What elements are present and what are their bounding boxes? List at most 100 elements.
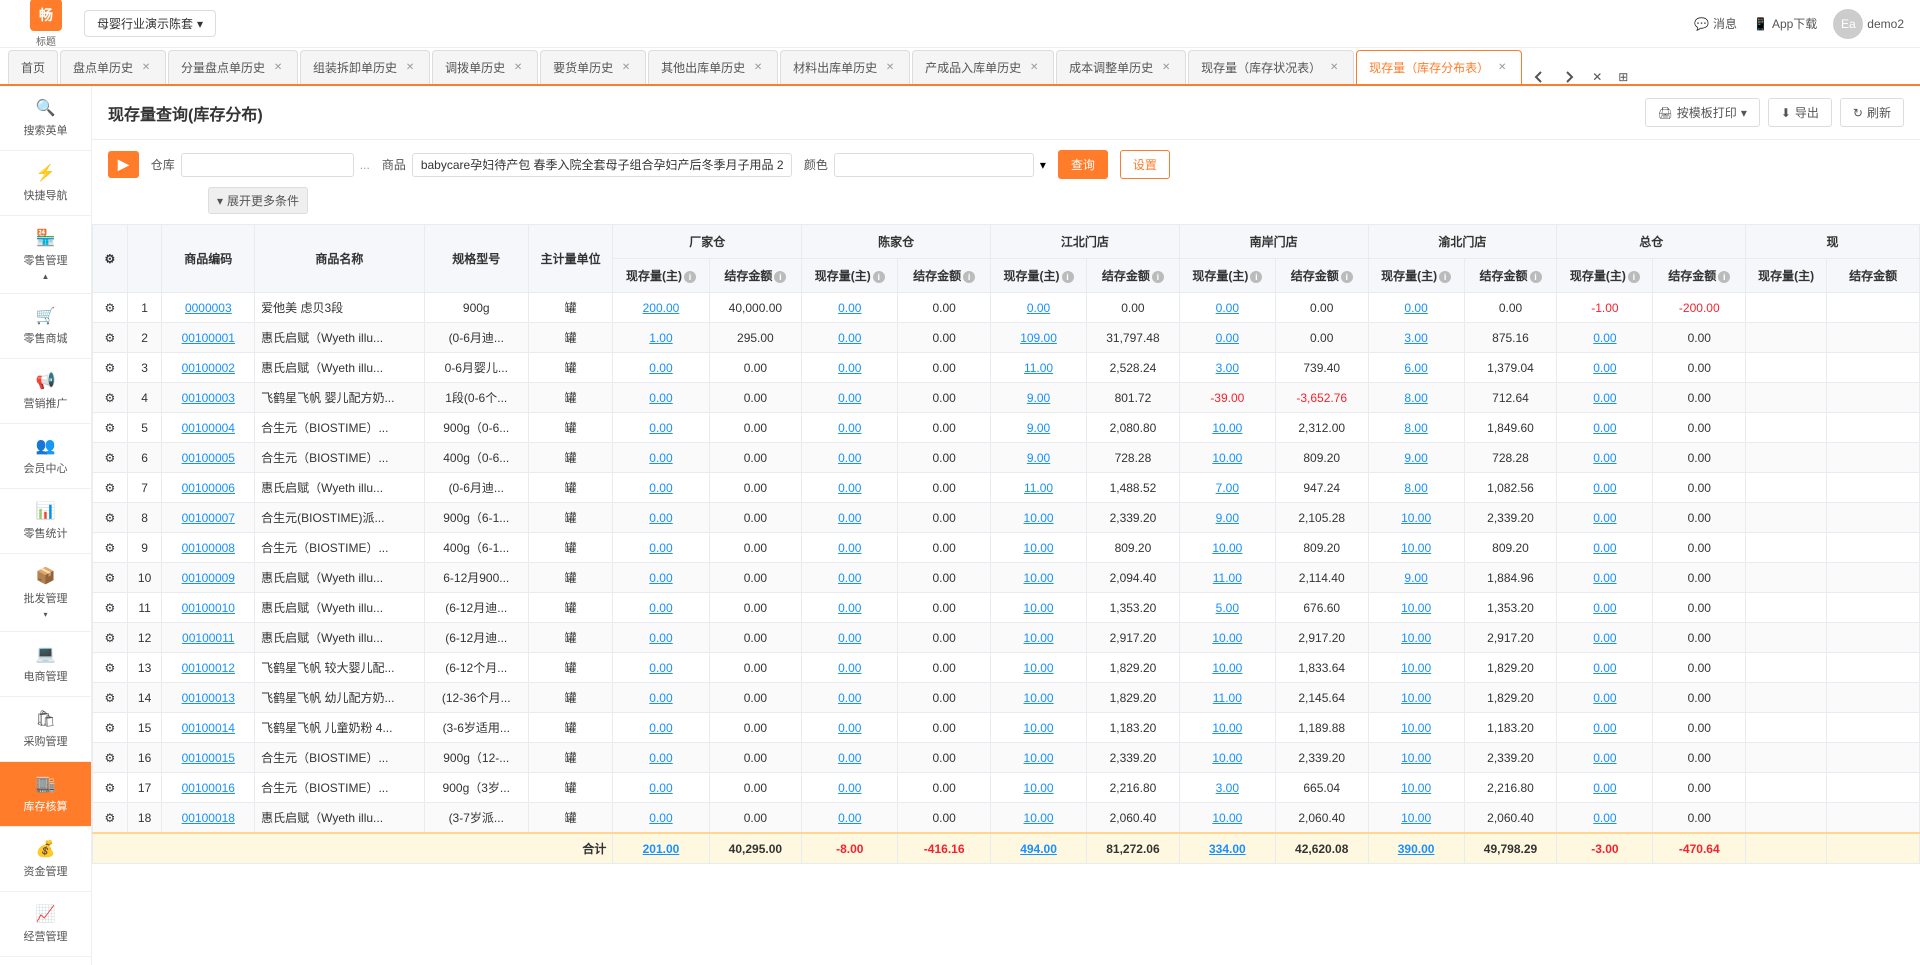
row-chengjia-qty[interactable]: 0.00: [802, 503, 898, 533]
row-gear[interactable]: ⚙: [93, 473, 128, 503]
th-settings[interactable]: ⚙: [93, 225, 128, 293]
row-total-qty[interactable]: 0.00: [1557, 563, 1653, 593]
row-factory-qty[interactable]: 0.00: [613, 563, 709, 593]
sidebar-item-operations[interactable]: 📈 经营管理: [0, 892, 91, 957]
refresh-btn[interactable]: ↻ 刷新: [1840, 98, 1904, 127]
tab-other-outbound[interactable]: 其他出库单历史 ✕: [648, 50, 778, 84]
info-icon[interactable]: i: [1628, 271, 1640, 283]
row-jiangbei-qty[interactable]: 10.00: [990, 773, 1086, 803]
row-factory-qty[interactable]: 0.00: [613, 683, 709, 713]
warehouse-input[interactable]: [181, 153, 354, 177]
row-nanan-qty[interactable]: 10.00: [1179, 713, 1275, 743]
row-gear[interactable]: ⚙: [93, 353, 128, 383]
tab-material-outbound[interactable]: 材料出库单历史 ✕: [780, 50, 910, 84]
row-jiangbei-qty[interactable]: 109.00: [990, 323, 1086, 353]
sidebar-item-inventory[interactable]: 🏬 库存核算: [0, 762, 91, 827]
row-gear[interactable]: ⚙: [93, 413, 128, 443]
row-total-qty[interactable]: 0.00: [1557, 773, 1653, 803]
row-code[interactable]: 00100004: [162, 413, 255, 443]
row-total-qty[interactable]: 0.00: [1557, 353, 1653, 383]
row-gear[interactable]: ⚙: [93, 593, 128, 623]
row-nanan-qty[interactable]: 7.00: [1179, 473, 1275, 503]
info-icon[interactable]: i: [1250, 271, 1262, 283]
row-nanan-qty[interactable]: 3.00: [1179, 773, 1275, 803]
row-total-qty[interactable]: 0.00: [1557, 503, 1653, 533]
row-yubeibei-qty[interactable]: 9.00: [1368, 443, 1464, 473]
tab-close-icon[interactable]: ✕: [619, 61, 633, 75]
row-chengjia-qty[interactable]: 0.00: [802, 353, 898, 383]
tab-inventory-table[interactable]: 现存量（库存状况表） ✕: [1188, 50, 1354, 84]
row-gear[interactable]: ⚙: [93, 443, 128, 473]
color-input[interactable]: [834, 153, 1034, 177]
tab-close-icon[interactable]: ✕: [1159, 61, 1173, 75]
tab-finished-inbound[interactable]: 产成品入库单历史 ✕: [912, 50, 1054, 84]
row-jiangbei-qty[interactable]: 10.00: [990, 743, 1086, 773]
filter-toggle-btn[interactable]: ▶: [108, 151, 139, 178]
row-factory-qty[interactable]: 0.00: [613, 593, 709, 623]
row-yubeibei-qty[interactable]: 3.00: [1368, 323, 1464, 353]
row-yubeibei-qty[interactable]: 10.00: [1368, 683, 1464, 713]
row-gear[interactable]: ⚙: [93, 623, 128, 653]
row-jiangbei-qty[interactable]: 9.00: [990, 443, 1086, 473]
table-wrapper[interactable]: ⚙ 商品编码 商品名称 规格型号 主计量单位 厂家仓 陈家仓 江北门店 南岸门店…: [92, 224, 1920, 965]
row-chengjia-qty[interactable]: 0.00: [802, 713, 898, 743]
row-jiangbei-qty[interactable]: 0.00: [990, 293, 1086, 323]
row-code[interactable]: 00100003: [162, 383, 255, 413]
row-gear[interactable]: ⚙: [93, 323, 128, 353]
row-nanan-qty[interactable]: 0.00: [1179, 293, 1275, 323]
tab-home[interactable]: 首页: [8, 50, 58, 84]
sidebar-item-wholesale[interactable]: 📦 批发管理 ▾: [0, 554, 91, 632]
row-yubeibei-qty[interactable]: 10.00: [1368, 623, 1464, 653]
row-jiangbei-qty[interactable]: 9.00: [990, 383, 1086, 413]
row-chengjia-qty[interactable]: 0.00: [802, 443, 898, 473]
row-code[interactable]: 00100015: [162, 743, 255, 773]
tab-close-icon[interactable]: ✕: [1327, 61, 1341, 75]
row-jiangbei-qty[interactable]: 10.00: [990, 533, 1086, 563]
row-jiangbei-qty[interactable]: 10.00: [990, 653, 1086, 683]
row-gear[interactable]: ⚙: [93, 773, 128, 803]
export-btn[interactable]: ⬇ 导出: [1768, 98, 1832, 127]
row-chengjia-qty[interactable]: 0.00: [802, 533, 898, 563]
app-download-btn[interactable]: 📱 App下载: [1753, 15, 1817, 32]
row-code[interactable]: 00100006: [162, 473, 255, 503]
tab-close-icon[interactable]: ✕: [1495, 61, 1509, 75]
row-total-qty[interactable]: 0.00: [1557, 683, 1653, 713]
row-chengjia-qty[interactable]: 0.00: [802, 563, 898, 593]
row-total-qty[interactable]: 0.00: [1557, 383, 1653, 413]
row-chengjia-qty[interactable]: 0.00: [802, 593, 898, 623]
query-btn[interactable]: 查询: [1058, 150, 1108, 179]
sidebar-item-retail-mgmt[interactable]: 🏪 零售管理 ▲: [0, 216, 91, 294]
row-yubeibei-qty[interactable]: 10.00: [1368, 743, 1464, 773]
row-total-qty[interactable]: 0.00: [1557, 533, 1653, 563]
row-jiangbei-qty[interactable]: 11.00: [990, 473, 1086, 503]
row-nanan-qty[interactable]: 3.00: [1179, 353, 1275, 383]
expand-conditions-btn[interactable]: ▾ 展开更多条件: [208, 187, 308, 214]
row-jiangbei-qty[interactable]: 10.00: [990, 623, 1086, 653]
total-yubeibei-qty[interactable]: 390.00: [1368, 833, 1464, 864]
row-chengjia-qty[interactable]: 0.00: [802, 293, 898, 323]
sidebar-item-search[interactable]: 🔍 搜索英单: [0, 86, 91, 151]
row-gear[interactable]: ⚙: [93, 533, 128, 563]
row-gear[interactable]: ⚙: [93, 653, 128, 683]
user-profile[interactable]: Ea demo2: [1833, 9, 1904, 39]
row-chengjia-qty[interactable]: 0.00: [802, 623, 898, 653]
row-code[interactable]: 00100016: [162, 773, 255, 803]
tab-sub-inventory[interactable]: 分量盘点单历史 ✕: [168, 50, 298, 84]
info-icon[interactable]: i: [1062, 271, 1074, 283]
row-jiangbei-qty[interactable]: 11.00: [990, 353, 1086, 383]
row-nanan-qty[interactable]: 10.00: [1179, 743, 1275, 773]
row-nanan-qty[interactable]: -39.00: [1179, 383, 1275, 413]
tab-inventory-dist[interactable]: 现存量（库存分布表） ✕: [1356, 50, 1522, 84]
row-total-qty[interactable]: 0.00: [1557, 593, 1653, 623]
info-icon[interactable]: i: [684, 271, 696, 283]
row-gear[interactable]: ⚙: [93, 803, 128, 834]
row-gear[interactable]: ⚙: [93, 683, 128, 713]
row-code[interactable]: 00100014: [162, 713, 255, 743]
row-chengjia-qty[interactable]: 0.00: [802, 683, 898, 713]
row-code[interactable]: 00100008: [162, 533, 255, 563]
row-gear[interactable]: ⚙: [93, 713, 128, 743]
row-chengjia-qty[interactable]: 0.00: [802, 473, 898, 503]
row-total-qty[interactable]: 0.00: [1557, 803, 1653, 834]
row-nanan-qty[interactable]: 5.00: [1179, 593, 1275, 623]
tab-nav-close-all[interactable]: ✕: [1584, 70, 1610, 84]
